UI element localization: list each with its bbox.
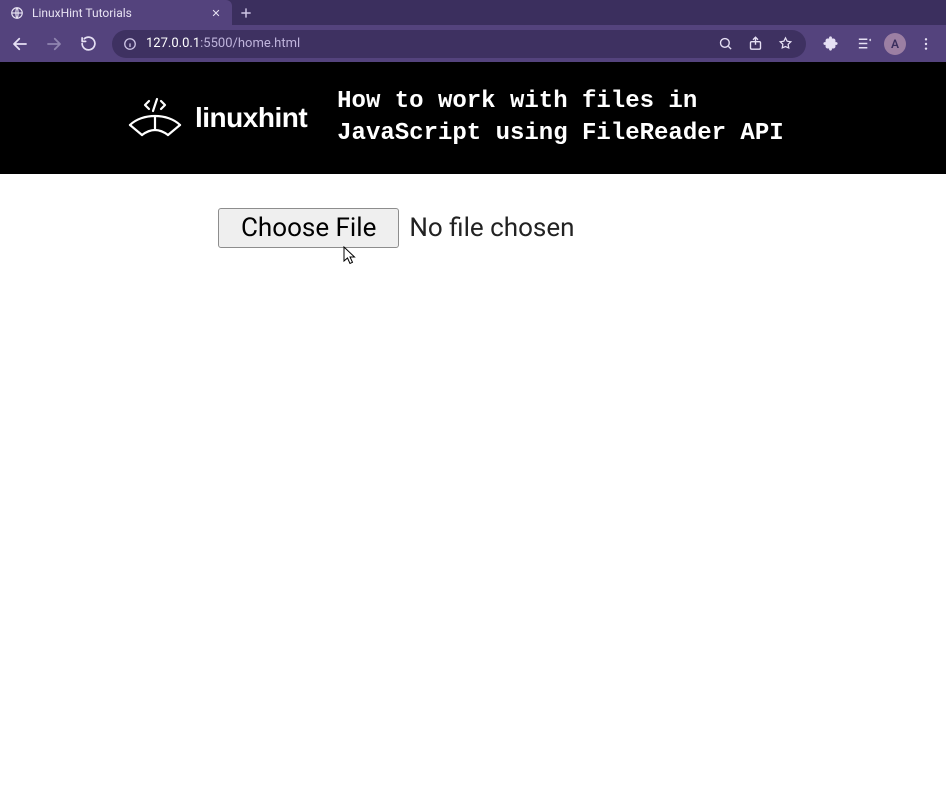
logo-text: linuxhint — [195, 102, 307, 134]
avatar-initial: A — [891, 37, 899, 51]
browser-tab-strip: LinuxHint Tutorials — [0, 0, 946, 25]
page-content: Choose File No file chosen — [0, 174, 946, 787]
url-port-text: :5500 — [200, 36, 232, 51]
logo-mark-icon — [125, 95, 185, 141]
profile-avatar[interactable]: A — [884, 33, 906, 55]
reading-list-button[interactable] — [850, 30, 878, 58]
extensions-button[interactable] — [816, 30, 844, 58]
site-info-icon[interactable] — [122, 36, 138, 52]
tab-title: LinuxHint Tutorials — [32, 6, 200, 20]
browser-tab-active[interactable]: LinuxHint Tutorials — [0, 0, 232, 25]
zoom-icon[interactable] — [714, 33, 736, 55]
forward-button[interactable] — [40, 30, 68, 58]
file-input-row: Choose File No file chosen — [218, 208, 946, 248]
url-host-text: 127.0.0.1 — [146, 36, 200, 51]
url-host: 127.0.0.1:5500/home.html — [146, 36, 300, 51]
bookmark-star-icon[interactable] — [774, 33, 796, 55]
kebab-menu-button[interactable] — [912, 30, 940, 58]
reload-button[interactable] — [74, 30, 102, 58]
globe-icon — [10, 6, 24, 20]
page-header-band: linuxhint How to work with files in Java… — [0, 62, 946, 174]
close-icon[interactable] — [208, 5, 224, 21]
browser-toolbar: 127.0.0.1:5500/home.html A — [0, 25, 946, 62]
site-logo: linuxhint — [125, 95, 307, 141]
file-chosen-status: No file chosen — [409, 213, 574, 243]
url-path-text: /home.html — [233, 36, 301, 51]
page-title: How to work with files in JavaScript usi… — [337, 86, 783, 149]
share-icon[interactable] — [744, 33, 766, 55]
address-bar[interactable]: 127.0.0.1:5500/home.html — [112, 30, 806, 58]
back-button[interactable] — [6, 30, 34, 58]
choose-file-button[interactable]: Choose File — [218, 208, 399, 248]
page-title-line2: JavaScript using FileReader API — [337, 120, 783, 147]
page-title-line1: How to work with files in — [337, 88, 697, 115]
new-tab-button[interactable] — [232, 0, 260, 25]
